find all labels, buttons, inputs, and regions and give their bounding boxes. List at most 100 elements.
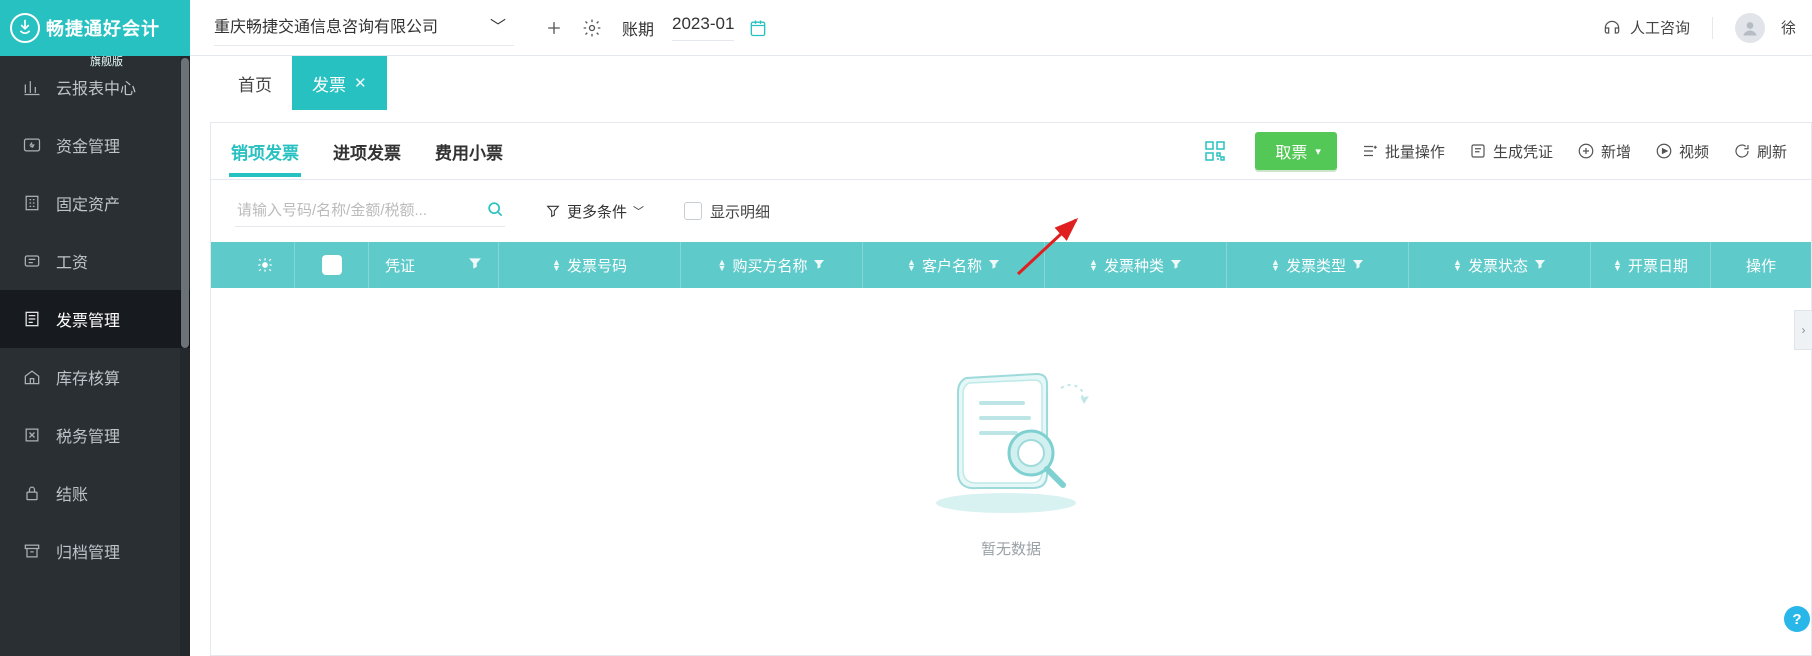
filter-icon <box>813 257 825 274</box>
th-invoice-kind[interactable]: ▲▼ 发票种类 <box>1045 242 1227 288</box>
sort-icon: ▲▼ <box>1453 259 1462 271</box>
sort-icon: ▲▼ <box>1271 259 1280 271</box>
search-box <box>235 195 505 227</box>
sidebar-item-label: 固定资产 <box>56 191 120 215</box>
th-label: 发票种类 <box>1104 255 1164 276</box>
th-label: 发票号码 <box>567 255 627 276</box>
sidebar-item-salary[interactable]: 工资 <box>0 232 190 290</box>
button-label: 取票 <box>1275 139 1307 163</box>
action-label: 新增 <box>1601 141 1631 162</box>
period-label: 账期 <box>622 16 654 40</box>
tab-invoice[interactable]: 发票 ✕ <box>292 56 387 110</box>
sidebar-item-close[interactable]: 结账 <box>0 464 190 522</box>
filter-icon <box>1534 257 1546 274</box>
consult-button[interactable]: 人工咨询 <box>1602 17 1690 38</box>
subtab-expense-ticket[interactable]: 费用小票 <box>433 127 505 176</box>
tab-home[interactable]: 首页 <box>218 56 292 110</box>
sidebar-scrollbar[interactable] <box>180 56 190 656</box>
sidebar-item-archive[interactable]: 归档管理 <box>0 522 190 580</box>
sidebar-item-tax[interactable]: 税务管理 <box>0 406 190 464</box>
show-detail-checkbox[interactable]: 显示明细 <box>684 201 770 222</box>
th-buyer-name[interactable]: ▲▼ 购买方名称 <box>681 242 863 288</box>
panel-collapse-handle[interactable]: › <box>1794 310 1812 350</box>
help-badge[interactable]: ? <box>1784 606 1810 632</box>
th-label: 操作 <box>1746 255 1776 276</box>
th-invoice-type[interactable]: ▲▼ 发票类型 <box>1227 242 1409 288</box>
th-invoice-no[interactable]: ▲▼ 发票号码 <box>499 242 681 288</box>
subtab-label: 费用小票 <box>435 144 503 163</box>
sidebar-item-funds[interactable]: 资金管理 <box>0 116 190 174</box>
sort-icon: ▲▼ <box>1613 259 1622 271</box>
action-label: 刷新 <box>1757 141 1787 162</box>
empty-illustration-icon <box>911 348 1111 518</box>
main: 重庆畅捷交通信息咨询有限公司 ﹀ 账期 2023-01 人工咨询 <box>190 0 1812 656</box>
th-invoice-status[interactable]: ▲▼ 发票状态 <box>1409 242 1591 288</box>
sidebar-item-label: 结账 <box>56 481 88 505</box>
sidebar-item-assets[interactable]: 固定资产 <box>0 174 190 232</box>
th-customer-name[interactable]: ▲▼ 客户名称 <box>863 242 1045 288</box>
subtab-label: 进项发票 <box>333 144 401 163</box>
chevron-down-icon: ﹀ <box>633 203 644 219</box>
wallet-icon <box>22 251 42 271</box>
sort-icon: ▲▼ <box>907 259 916 271</box>
filter-icon <box>988 257 1000 274</box>
brand: 畅捷通好会计 旗舰版 <box>0 0 190 56</box>
th-label: 发票类型 <box>1286 255 1346 276</box>
th-settings[interactable] <box>235 242 295 288</box>
empty-text: 暂无数据 <box>981 538 1041 559</box>
sidebar-item-invoice[interactable]: 发票管理 <box>0 290 190 348</box>
sidebar-item-label: 工资 <box>56 249 88 273</box>
th-label: 客户名称 <box>922 255 982 276</box>
th-label: 购买方名称 <box>732 255 807 276</box>
qrcode-icon[interactable] <box>1201 137 1229 165</box>
refresh-action[interactable]: 刷新 <box>1733 141 1787 162</box>
tab-label: 首页 <box>238 71 272 96</box>
checkbox-label: 显示明细 <box>710 201 770 222</box>
add-action[interactable]: 新增 <box>1577 141 1631 162</box>
th-issue-date[interactable]: ▲▼ 开票日期 <box>1591 242 1711 288</box>
sidebar-item-label: 税务管理 <box>56 423 120 447</box>
add-button[interactable] <box>540 14 568 42</box>
invoice-icon <box>22 309 42 329</box>
chart-icon <box>22 77 42 97</box>
tax-icon <box>22 425 42 445</box>
search-icon[interactable] <box>485 199 505 222</box>
gen-voucher-action[interactable]: 生成凭证 <box>1469 141 1553 162</box>
subtab-input-invoice[interactable]: 进项发票 <box>331 127 403 176</box>
close-icon[interactable]: ✕ <box>354 74 367 92</box>
calendar-icon[interactable] <box>744 14 772 42</box>
chevron-down-icon: ▾ <box>1315 145 1321 158</box>
page-tabs: 首页 发票 ✕ <box>190 56 1812 110</box>
subtab-label: 销项发票 <box>231 144 299 163</box>
divider <box>1712 17 1713 39</box>
gear-icon[interactable] <box>578 14 606 42</box>
search-input[interactable] <box>235 201 485 220</box>
th-checkbox[interactable] <box>295 242 369 288</box>
sort-icon: ▲▼ <box>552 259 561 271</box>
video-action[interactable]: 视频 <box>1655 141 1709 162</box>
checkbox-box <box>684 202 702 220</box>
more-label: 更多条件 <box>567 201 627 222</box>
action-label: 批量操作 <box>1385 141 1445 162</box>
th-label: 发票状态 <box>1468 255 1528 276</box>
sidebar-item-label: 云报表中心 <box>56 75 136 99</box>
empty-state: 暂无数据 <box>211 288 1811 655</box>
company-name: 重庆畅捷交通信息咨询有限公司 <box>214 13 438 37</box>
th-voucher[interactable]: 凭证 <box>369 242 499 288</box>
sidebar-item-inventory[interactable]: 库存核算 <box>0 348 190 406</box>
content: 销项发票 进项发票 费用小票 取票 ▾ 批量操作 <box>190 110 1812 656</box>
more-conditions[interactable]: 更多条件 ﹀ <box>545 201 644 222</box>
avatar[interactable] <box>1735 13 1765 43</box>
sidebar-item-label: 资金管理 <box>56 133 120 157</box>
batch-action[interactable]: 批量操作 <box>1361 141 1445 162</box>
username: 徐 <box>1781 17 1796 38</box>
sidebar-menu: 云报表中心 资金管理 固定资产 工资 发票管理 库存核算 <box>0 56 190 656</box>
company-select[interactable]: 重庆畅捷交通信息咨询有限公司 ﹀ <box>214 9 514 46</box>
sidebar-scrollbar-thumb[interactable] <box>181 58 189 348</box>
sidebar-item-label: 归档管理 <box>56 539 120 563</box>
fetch-invoice-button[interactable]: 取票 ▾ <box>1255 132 1337 170</box>
sort-icon: ▲▼ <box>718 259 727 271</box>
subtabs: 销项发票 进项发票 费用小票 <box>229 127 505 176</box>
subtab-output-invoice[interactable]: 销项发票 <box>229 127 301 176</box>
period-value[interactable]: 2023-01 <box>672 14 734 41</box>
